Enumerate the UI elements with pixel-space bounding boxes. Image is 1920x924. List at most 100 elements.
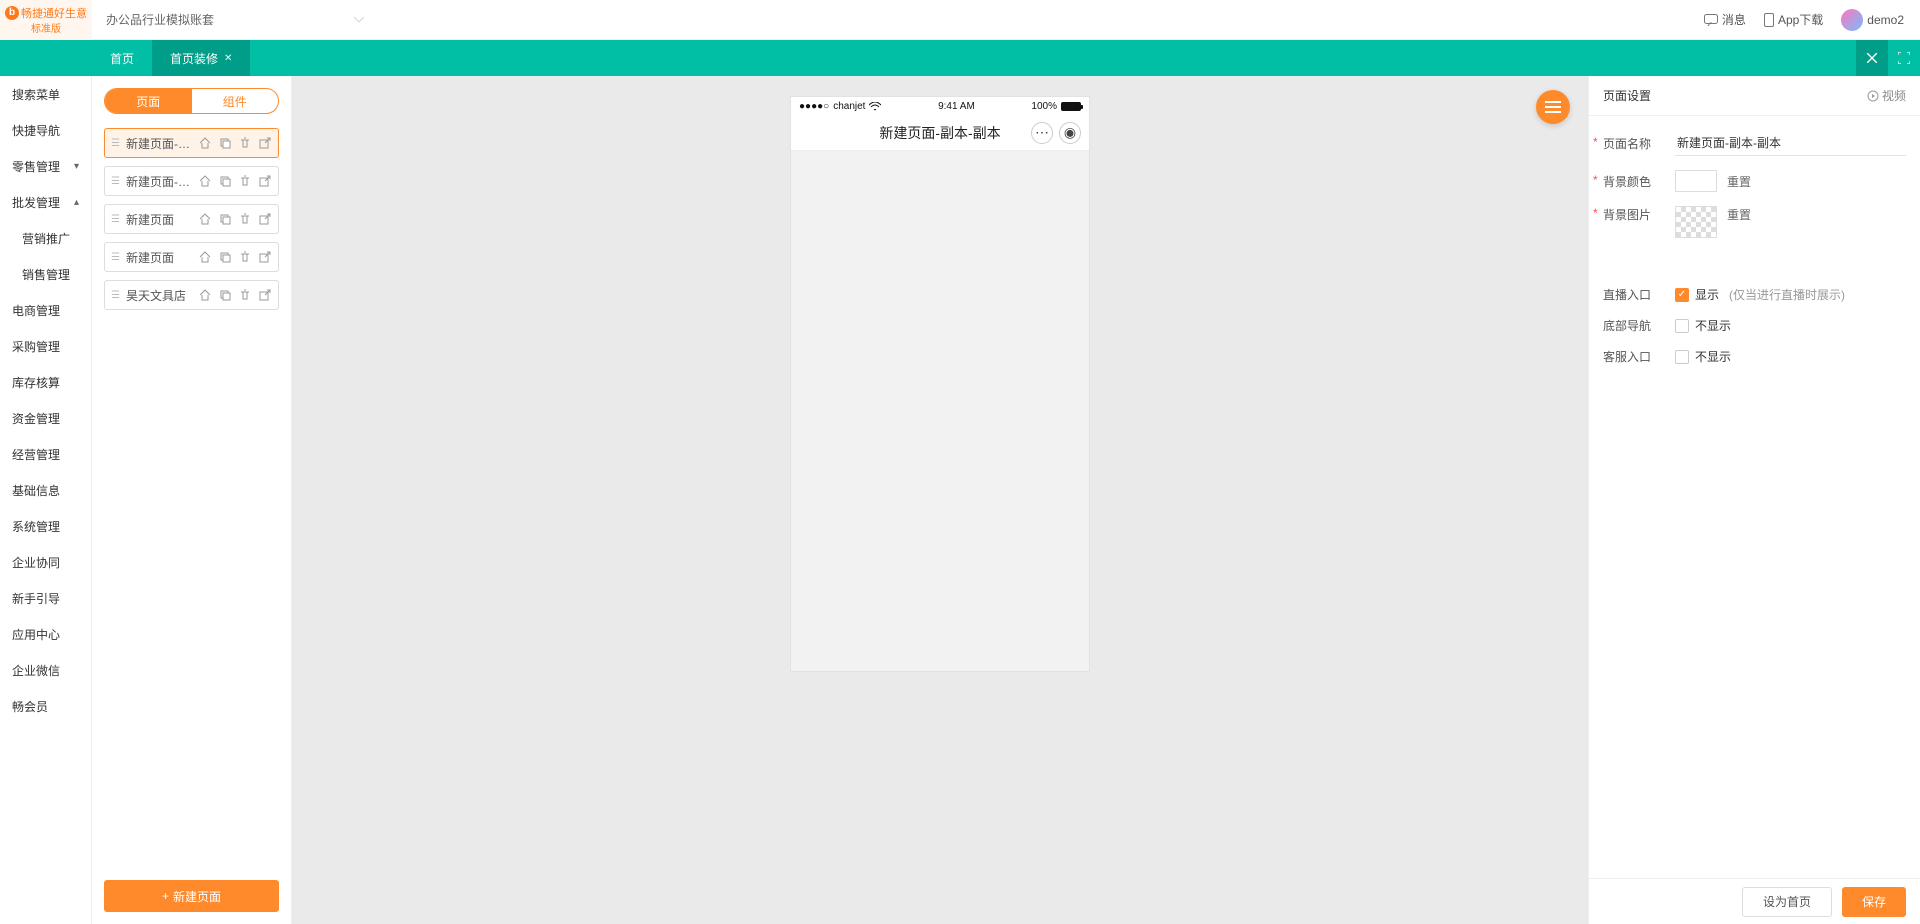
user-menu[interactable]: demo2 xyxy=(1841,9,1904,31)
page-list: ☰ 新建页面-副本-... ☰ 新建页面-副本 ☰ xyxy=(104,128,279,310)
brand-edition: 标准版 xyxy=(31,20,61,35)
cs-label: 客服入口 xyxy=(1603,348,1665,365)
avatar xyxy=(1841,9,1863,31)
sidebar-item-sales[interactable]: 销售管理 xyxy=(0,256,91,292)
app-download-label: App下载 xyxy=(1778,11,1823,28)
tab-decorate[interactable]: 首页装修 ✕ xyxy=(152,40,250,76)
home-icon[interactable] xyxy=(198,212,212,226)
logo-mark-icon: b xyxy=(5,6,19,20)
phone-preview: ●●●●○ chanjet 9:41 AM 100% 新建页面-副本-副本 ⋯ … xyxy=(790,96,1090,672)
phone-title: 新建页面-副本-副本 xyxy=(879,123,1000,143)
copy-icon[interactable] xyxy=(218,136,232,150)
sidebar-item-quicknav[interactable]: 快捷导航 xyxy=(0,112,91,148)
tab-decorate-label: 首页装修 xyxy=(170,50,218,67)
checkbox-icon xyxy=(1675,319,1689,333)
sidebar-item-member[interactable]: 畅会员 xyxy=(0,688,91,724)
drag-handle-icon[interactable]: ☰ xyxy=(111,142,120,145)
share-icon[interactable] xyxy=(258,174,272,188)
page-item[interactable]: ☰ 新建页面 xyxy=(104,204,279,234)
home-icon[interactable] xyxy=(198,136,212,150)
sidebar-item-search[interactable]: 搜索菜单 xyxy=(0,76,91,112)
page-item[interactable]: ☰ 新建页面 xyxy=(104,242,279,272)
copy-icon[interactable] xyxy=(218,174,232,188)
share-icon[interactable] xyxy=(258,288,272,302)
checkbox-icon xyxy=(1675,350,1689,364)
bgimg-reset[interactable]: 重置 xyxy=(1727,206,1751,223)
miniapp-more-icon[interactable]: ⋯ xyxy=(1031,122,1053,144)
delete-icon[interactable] xyxy=(238,288,252,302)
seg-component[interactable]: 组件 xyxy=(192,89,279,113)
component-drawer-toggle[interactable] xyxy=(1536,90,1570,124)
sidebar-item-wework[interactable]: 企业微信 xyxy=(0,652,91,688)
new-page-button[interactable]: + 新建页面 xyxy=(104,880,279,912)
tabstrip-close-all[interactable] xyxy=(1856,40,1888,76)
delete-icon[interactable] xyxy=(238,174,252,188)
delete-icon[interactable] xyxy=(238,136,252,150)
nav-chk-label: 不显示 xyxy=(1695,317,1731,334)
sidebar-item-appcenter[interactable]: 应用中心 xyxy=(0,616,91,652)
signal-icon: ●●●●○ xyxy=(799,101,829,112)
page-item-name: 新建页面 xyxy=(126,249,192,266)
seg-page[interactable]: 页面 xyxy=(105,89,192,113)
cs-checkbox[interactable]: 不显示 xyxy=(1675,348,1731,365)
live-checkbox[interactable]: ✓ 显示 xyxy=(1675,286,1719,303)
user-name: demo2 xyxy=(1867,13,1904,27)
phone-titlebar: 新建页面-副本-副本 ⋯ ◉ xyxy=(791,115,1089,151)
delete-icon[interactable] xyxy=(238,250,252,264)
tabstrip-fullscreen[interactable] xyxy=(1888,40,1920,76)
sidebar-item-wholesale[interactable]: 批发管理▴ xyxy=(0,184,91,220)
close-icon[interactable]: ✕ xyxy=(224,53,232,64)
sidebar-item-system[interactable]: 系统管理 xyxy=(0,508,91,544)
sidebar: 搜索菜单 快捷导航 零售管理▾ 批发管理▴ 营销推广 销售管理 电商管理 采购管… xyxy=(0,76,92,924)
drag-handle-icon[interactable]: ☰ xyxy=(111,256,120,259)
sidebar-item-funds[interactable]: 资金管理 xyxy=(0,400,91,436)
save-button[interactable]: 保存 xyxy=(1842,887,1906,917)
drag-handle-icon[interactable]: ☰ xyxy=(111,180,120,183)
share-icon[interactable] xyxy=(258,212,272,226)
sidebar-item-collab[interactable]: 企业协同 xyxy=(0,544,91,580)
video-help-button[interactable]: 视频 xyxy=(1867,87,1906,104)
tab-home[interactable]: 首页 xyxy=(92,40,152,76)
copy-icon[interactable] xyxy=(218,212,232,226)
carrier-label: chanjet xyxy=(833,101,865,112)
home-icon[interactable] xyxy=(198,174,212,188)
phone-body[interactable] xyxy=(791,151,1089,671)
bgimg-picker[interactable] xyxy=(1675,206,1717,238)
battery-label: 100% xyxy=(1031,101,1057,112)
copy-icon[interactable] xyxy=(218,288,232,302)
tabstrip: 首页 首页装修 ✕ xyxy=(0,40,1920,76)
sidebar-item-retail[interactable]: 零售管理▾ xyxy=(0,148,91,184)
share-icon[interactable] xyxy=(258,250,272,264)
messages-button[interactable]: 消息 xyxy=(1704,11,1746,28)
home-icon[interactable] xyxy=(198,288,212,302)
segmented-control: 页面 组件 xyxy=(104,88,279,114)
drag-handle-icon[interactable]: ☰ xyxy=(111,294,120,297)
page-name-input[interactable] xyxy=(1675,130,1906,156)
sidebar-item-purchase[interactable]: 采购管理 xyxy=(0,328,91,364)
account-selector[interactable]: 办公品行业模拟账套 xyxy=(106,11,364,28)
delete-icon[interactable] xyxy=(238,212,252,226)
app-download-button[interactable]: App下载 xyxy=(1764,11,1823,28)
sidebar-item-baseinfo[interactable]: 基础信息 xyxy=(0,472,91,508)
topbar: b 畅捷通好生意 标准版 办公品行业模拟账套 消息 App下载 demo2 xyxy=(0,0,1920,40)
drag-handle-icon[interactable]: ☰ xyxy=(111,218,120,221)
home-icon[interactable] xyxy=(198,250,212,264)
sidebar-item-guide[interactable]: 新手引导 xyxy=(0,580,91,616)
bgcolor-reset[interactable]: 重置 xyxy=(1727,173,1751,190)
bgcolor-swatch[interactable] xyxy=(1675,170,1717,192)
logo[interactable]: b 畅捷通好生意 标准版 xyxy=(0,0,92,40)
sidebar-item-operation[interactable]: 经营管理 xyxy=(0,436,91,472)
page-item[interactable]: ☰ 昊天文具店 xyxy=(104,280,279,310)
share-icon[interactable] xyxy=(258,136,272,150)
sidebar-item-ecommerce[interactable]: 电商管理 xyxy=(0,292,91,328)
nav-checkbox[interactable]: 不显示 xyxy=(1675,317,1731,334)
page-item[interactable]: ☰ 新建页面-副本-... xyxy=(104,128,279,158)
chevron-down-icon xyxy=(354,17,364,23)
sidebar-item-inventory[interactable]: 库存核算 xyxy=(0,364,91,400)
copy-icon[interactable] xyxy=(218,250,232,264)
miniapp-close-icon[interactable]: ◉ xyxy=(1059,122,1081,144)
set-home-button[interactable]: 设为首页 xyxy=(1742,887,1832,917)
page-item[interactable]: ☰ 新建页面-副本 xyxy=(104,166,279,196)
sidebar-item-marketing[interactable]: 营销推广 xyxy=(0,220,91,256)
caret-up-icon: ▴ xyxy=(74,197,79,208)
